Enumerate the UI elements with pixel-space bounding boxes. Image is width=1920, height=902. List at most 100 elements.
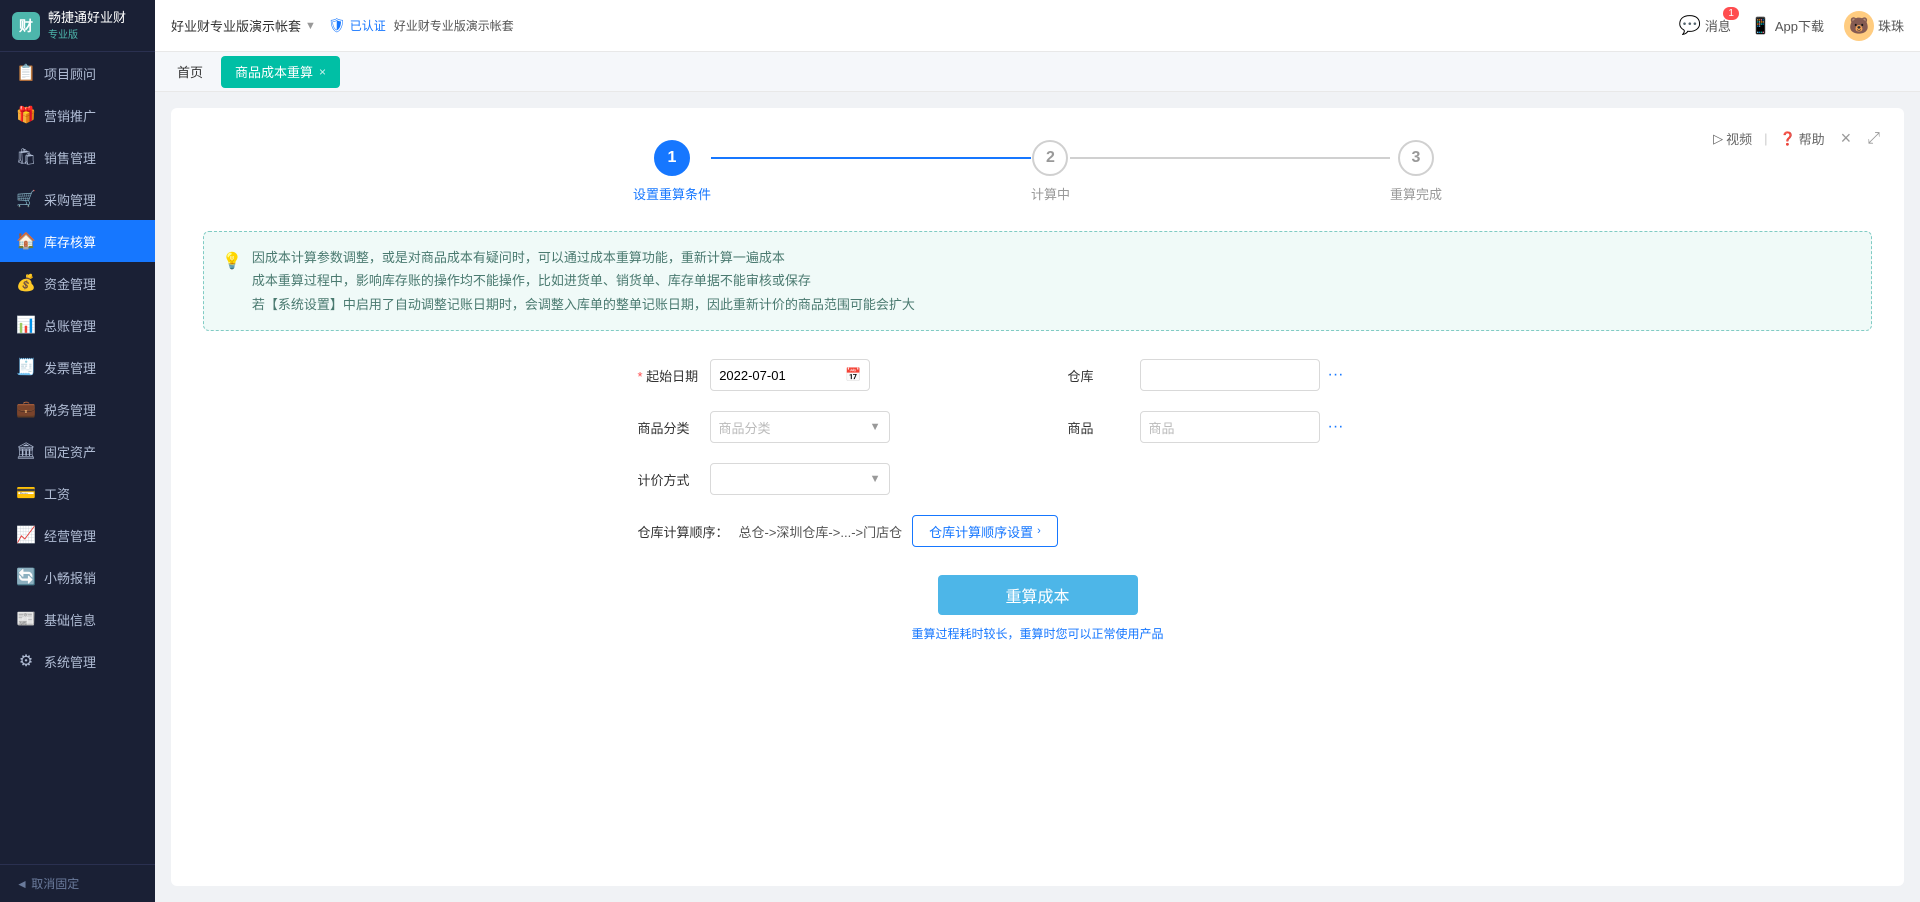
start-date-input-wrapper[interactable]: 📅 bbox=[710, 359, 870, 391]
sidebar-item-basic[interactable]: 📰 基础信息 bbox=[0, 598, 155, 640]
app-download-button[interactable]: 📱 App下载 bbox=[1751, 16, 1824, 36]
sidebar-label-marketing: 营销推广 bbox=[44, 106, 96, 125]
start-date-label: 起始日期 bbox=[638, 366, 699, 385]
tab-recalc[interactable]: 商品成本重算 × bbox=[221, 56, 340, 88]
content-area: ▷ 视频 | ❓ 帮助 × ⤢ 1 设置重算条件 bbox=[155, 92, 1920, 902]
sidebar-label-salary: 工资 bbox=[44, 484, 70, 503]
step-1: 1 设置重算条件 bbox=[633, 140, 711, 203]
account-name-display: 好业财专业版演示帐套 bbox=[394, 17, 514, 34]
calendar-icon[interactable]: 📅 bbox=[845, 367, 861, 383]
info-line-3: 若【系统设置】中启用了自动调整记账日期时，会调整入库单的整单记账日期，因此重新计… bbox=[252, 293, 915, 316]
sidebar-item-marketing[interactable]: 🎁 营销推广 bbox=[0, 94, 155, 136]
category-field: 商品分类 商品分类 ▼ bbox=[638, 411, 1008, 443]
recalc-section: 重算成本 重算过程耗时较长，重算时您可以正常使用产品 bbox=[638, 575, 1438, 642]
sidebar-item-sales[interactable]: 🛍销售管理 bbox=[0, 136, 155, 178]
sidebar-icon-salary: 💳 bbox=[16, 483, 36, 503]
shield-icon: 🛡 bbox=[328, 17, 346, 34]
sidebar-item-operation[interactable]: 📈经营管理 bbox=[0, 514, 155, 556]
sidebar-item-accounting[interactable]: 📊总账管理 bbox=[0, 304, 155, 346]
sidebar-label-system: 系统管理 bbox=[44, 652, 96, 671]
warehouse-order-row: 仓库计算顺序： 总仓->深圳仓库->...->门店仓 仓库计算顺序设置 › bbox=[638, 515, 1438, 547]
sidebar-icon-tax: 💼 bbox=[16, 399, 36, 419]
sidebar-item-inventory[interactable]: 🏠库存核算 bbox=[0, 220, 155, 262]
sidebar-label-basic: 基础信息 bbox=[44, 610, 96, 629]
tab-home[interactable]: 首页 bbox=[163, 56, 217, 88]
account-select-dropdown[interactable]: 好业财专业版演示帐套 ▼ bbox=[171, 16, 316, 35]
product-dots-button[interactable]: ··· bbox=[1328, 418, 1344, 436]
tab-home-label: 首页 bbox=[177, 62, 203, 81]
category-label: 商品分类 bbox=[638, 418, 698, 437]
sidebar-label-invoice: 发票管理 bbox=[44, 358, 96, 377]
step-1-label: 设置重算条件 bbox=[633, 184, 711, 203]
logo-text: 畅捷通好业财 bbox=[48, 10, 126, 27]
sidebar-item-salary[interactable]: 💳 工资 bbox=[0, 472, 155, 514]
warehouse-order-btn-label: 仓库计算顺序设置 bbox=[929, 522, 1033, 541]
recalc-button[interactable]: 重算成本 bbox=[938, 575, 1138, 615]
category-select[interactable]: 商品分类 ▼ bbox=[710, 411, 890, 443]
main-panel: ▷ 视频 | ❓ 帮助 × ⤢ 1 设置重算条件 bbox=[171, 108, 1904, 886]
user-avatar-area[interactable]: 🐻 珠珠 bbox=[1844, 11, 1904, 41]
warehouse-input[interactable] bbox=[1140, 359, 1320, 391]
sidebar-item-finance[interactable]: 💰资金管理 bbox=[0, 262, 155, 304]
warehouse-field: 仓库 ··· bbox=[1068, 359, 1438, 391]
info-box: 💡 因成本计算参数调整，或是对商品成本有疑问时，可以通过成本重算功能，重新计算一… bbox=[203, 231, 1872, 331]
tab-close-icon[interactable]: × bbox=[319, 65, 326, 79]
sidebar-icon-system: ⚙ bbox=[16, 651, 36, 671]
product-field: 商品 商品 ··· bbox=[1068, 411, 1438, 443]
start-date-input[interactable] bbox=[719, 368, 845, 383]
step-3-label: 重算完成 bbox=[1390, 184, 1442, 203]
sidebar-item-project[interactable]: 📋项目顾问 bbox=[0, 52, 155, 94]
sidebar-icon-operation: 📈 bbox=[16, 525, 36, 545]
product-input[interactable]: 商品 bbox=[1140, 411, 1320, 443]
sidebar-item-tax[interactable]: 💼 税务管理 bbox=[0, 388, 155, 430]
sidebar-unpin[interactable]: ◄ 取消固定 bbox=[0, 864, 155, 902]
sidebar-logo: 财 畅捷通好业财 专业版 bbox=[0, 0, 155, 52]
sidebar-item-system[interactable]: ⚙ 系统管理 bbox=[0, 640, 155, 682]
topbar: 好业财专业版演示帐套 ▼ 🛡 已认证 好业财专业版演示帐套 💬 1 消息 📱 A… bbox=[155, 0, 1920, 52]
sidebar-item-assets[interactable]: 🏛 固定资产 bbox=[0, 430, 155, 472]
sidebar-label-assets: 固定资产 bbox=[44, 442, 96, 461]
account-selector[interactable]: 好业财专业版演示帐套 ▼ bbox=[171, 16, 316, 35]
bulb-icon: 💡 bbox=[222, 248, 242, 316]
warehouse-order-value: 总仓->深圳仓库->...->门店仓 bbox=[739, 522, 903, 541]
verified-badge: 🛡 已认证 好业财专业版演示帐套 bbox=[328, 17, 514, 34]
sidebar-icon-invoice: 🧾 bbox=[16, 357, 36, 377]
product-label: 商品 bbox=[1068, 418, 1128, 437]
sidebar-icon-inventory: 🏠 bbox=[16, 231, 36, 251]
sidebar-item-purchase[interactable]: 🛒采购管理 bbox=[0, 178, 155, 220]
warehouse-dots-button[interactable]: ··· bbox=[1328, 366, 1344, 384]
step-3-circle: 3 bbox=[1398, 140, 1434, 176]
chevron-down-icon: ▼ bbox=[870, 473, 881, 485]
sidebar-item-invoice[interactable]: 🧾 发票管理 bbox=[0, 346, 155, 388]
sidebar: 财 畅捷通好业财 专业版 📋项目顾问 🎁 营销推广 🛍销售管理🛒采购管理🏠库存核算💰资… bbox=[0, 0, 155, 902]
user-name: 珠珠 bbox=[1878, 16, 1904, 35]
sidebar-icon-marketing: 🎁 bbox=[16, 105, 36, 125]
verified-text: 已认证 bbox=[350, 17, 386, 34]
category-placeholder: 商品分类 bbox=[719, 418, 771, 437]
sidebar-label-accounting: 总账管理 bbox=[44, 316, 96, 335]
sidebar-icon-project: 📋 bbox=[16, 63, 36, 83]
sidebar-label-tax: 税务管理 bbox=[44, 400, 96, 419]
sidebar-icon-basic: 📰 bbox=[16, 609, 36, 629]
sidebar-unpin-label: ◄ 取消固定 bbox=[16, 875, 79, 892]
step-2: 2 计算中 bbox=[1031, 140, 1070, 203]
tabbar: 首页 商品成本重算 × bbox=[155, 52, 1920, 92]
warehouse-label: 仓库 bbox=[1068, 366, 1128, 385]
form-row-1: 起始日期 📅 仓库 ··· bbox=[638, 359, 1438, 391]
message-icon: 💬 bbox=[1678, 15, 1700, 36]
form-row-3: 计价方式 ▼ bbox=[638, 463, 1438, 495]
warehouse-order-settings-button[interactable]: 仓库计算顺序设置 › bbox=[912, 515, 1058, 547]
sidebar-icon-expense: 🔄 bbox=[16, 567, 36, 587]
info-line-2: 成本重算过程中，影响库存账的操作均不能操作，比如进货单、销货单、库存单据不能审核… bbox=[252, 269, 915, 292]
chevron-down-icon: ▼ bbox=[870, 421, 881, 433]
pricing-select[interactable]: ▼ bbox=[710, 463, 890, 495]
start-date-field: 起始日期 📅 bbox=[638, 359, 1008, 391]
form-row-2: 商品分类 商品分类 ▼ 商品 商品 bbox=[638, 411, 1438, 443]
form-section: 起始日期 📅 仓库 ··· bbox=[638, 359, 1438, 642]
account-select-text: 好业财专业版演示帐套 bbox=[171, 16, 301, 35]
sidebar-icon-sales: 🛍 bbox=[16, 147, 36, 167]
message-button[interactable]: 💬 1 消息 bbox=[1678, 15, 1730, 36]
tab-recalc-label: 商品成本重算 bbox=[235, 62, 313, 81]
sidebar-item-expense[interactable]: 🔄小畅报销 bbox=[0, 556, 155, 598]
sidebar-icon-assets: 🏛 bbox=[16, 441, 36, 461]
